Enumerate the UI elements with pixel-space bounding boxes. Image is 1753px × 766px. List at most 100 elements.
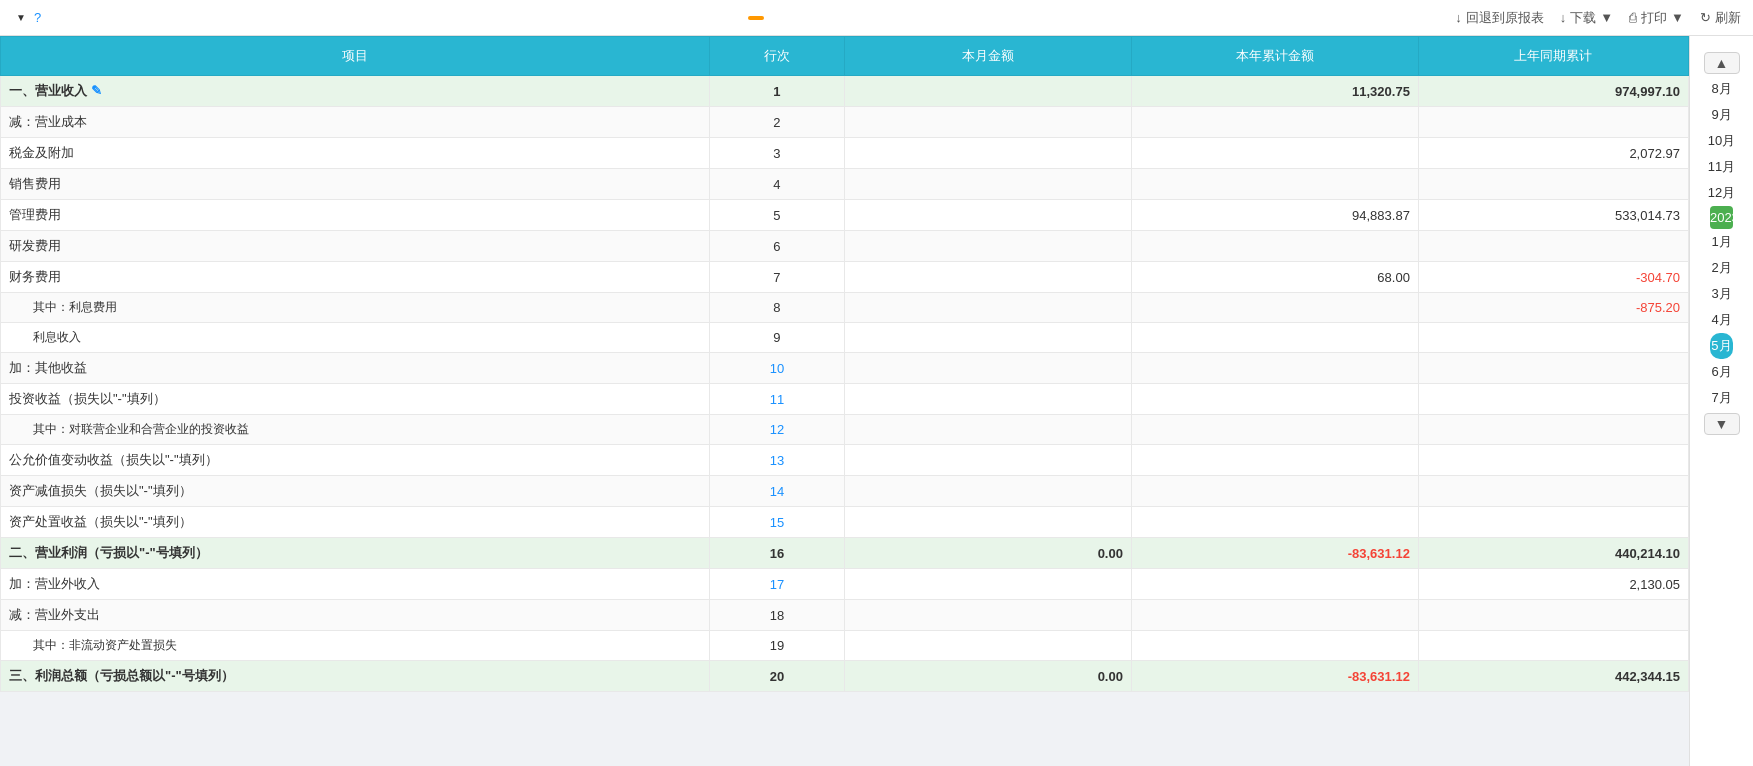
table-row: 投资收益（损失以"-"填列）11 [1, 384, 1689, 415]
status-badge[interactable] [748, 16, 764, 20]
help-icon[interactable]: ? [34, 10, 41, 25]
cell-month: 0.00 [844, 538, 1131, 569]
cell-row-num: 2 [709, 107, 844, 138]
cell-prev [1418, 476, 1688, 507]
cell-month [844, 415, 1131, 445]
sidebar-up-button[interactable]: ▲ [1704, 52, 1740, 74]
header-month: 本月金额 [844, 37, 1131, 76]
table-row: 二、营业利润（亏损以"-"号填列）160.00-83,631.12440,214… [1, 538, 1689, 569]
print-icon: ⎙ [1629, 10, 1637, 25]
cell-year [1131, 445, 1418, 476]
cell-row-num: 11 [709, 384, 844, 415]
sidebar-month-item[interactable]: 5月 [1710, 333, 1733, 359]
cell-year [1131, 415, 1418, 445]
sidebar-month-item[interactable]: 9月 [1707, 102, 1736, 128]
cell-month [844, 262, 1131, 293]
cell-year: 94,883.87 [1131, 200, 1418, 231]
header-item: 项目 [1, 37, 710, 76]
cell-prev: 2,072.97 [1418, 138, 1688, 169]
content-area: 项目 行次 本月金额 本年累计金额 上年同期累计 一、营业收入 ✎111,320… [0, 36, 1689, 766]
cell-item: 管理费用 [1, 200, 710, 231]
cell-row-num: 8 [709, 293, 844, 323]
cell-month [844, 353, 1131, 384]
sidebar-month-item[interactable]: 12月 [1707, 180, 1736, 206]
table-row: 减：营业外支出18 [1, 600, 1689, 631]
cell-item: 税金及附加 [1, 138, 710, 169]
refresh-button[interactable]: ↻ 刷新 [1700, 9, 1741, 27]
cell-prev [1418, 107, 1688, 138]
scope-selector[interactable]: ▼ [12, 12, 26, 23]
sidebar-month-item[interactable]: 11月 [1707, 154, 1736, 180]
cell-month [844, 600, 1131, 631]
cell-month [844, 138, 1131, 169]
top-bar-center [732, 16, 764, 20]
cell-item: 其中：非流动资产处置损失 [1, 631, 710, 661]
download-button[interactable]: ↓ 下载 ▼ [1560, 9, 1613, 27]
cell-row-num: 13 [709, 445, 844, 476]
sidebar-month-item[interactable]: 1月 [1707, 229, 1736, 255]
table-row: 资产减值损失（损失以"-"填列）14 [1, 476, 1689, 507]
cell-item: 其中：对联营企业和合营企业的投资收益 [1, 415, 710, 445]
cell-year: -83,631.12 [1131, 538, 1418, 569]
cell-row-num: 4 [709, 169, 844, 200]
cell-row-num: 14 [709, 476, 844, 507]
cell-month [844, 293, 1131, 323]
sidebar-month-item[interactable]: 10月 [1707, 128, 1736, 154]
cell-item: 减：营业成本 [1, 107, 710, 138]
sidebar-month-item[interactable]: 8月 [1707, 76, 1736, 102]
sidebar-down-button[interactable]: ▼ [1704, 413, 1740, 435]
print-button[interactable]: ⎙ 打印 ▼ [1629, 9, 1684, 27]
cell-prev [1418, 415, 1688, 445]
cell-item: 销售费用 [1, 169, 710, 200]
cell-month [844, 476, 1131, 507]
chevron-down-icon: ▼ [16, 12, 26, 23]
cell-row-num: 9 [709, 323, 844, 353]
table-row: 管理费用594,883.87533,014.73 [1, 200, 1689, 231]
sidebar-month-item[interactable]: 4月 [1707, 307, 1736, 333]
cell-row-num: 10 [709, 353, 844, 384]
cell-prev [1418, 507, 1688, 538]
back-button[interactable]: ↓ 回退到原报表 [1455, 9, 1544, 27]
cell-item: 财务费用 [1, 262, 710, 293]
cell-prev [1418, 231, 1688, 262]
cell-month [844, 569, 1131, 600]
cell-item: 资产处置收益（损失以"-"填列） [1, 507, 710, 538]
cell-prev [1418, 169, 1688, 200]
top-bar: ▼ ? ↓ 回退到原报表 ↓ 下载 ▼ ⎙ 打印 ▼ ↻ 刷新 [0, 0, 1753, 36]
cell-item: 投资收益（损失以"-"填列） [1, 384, 710, 415]
sidebar-month-item[interactable]: 2月 [1707, 255, 1736, 281]
sidebar-month-item[interactable]: 6月 [1707, 359, 1736, 385]
sidebar-month-item[interactable]: 2023 [1710, 206, 1733, 229]
cell-month [844, 231, 1131, 262]
table-row: 利息收入9 [1, 323, 1689, 353]
cell-item: 一、营业收入 ✎ [1, 76, 710, 107]
report-table: 项目 行次 本月金额 本年累计金额 上年同期累计 一、营业收入 ✎111,320… [0, 36, 1689, 692]
header-prev: 上年同期累计 [1418, 37, 1688, 76]
edit-icon[interactable]: ✎ [91, 83, 102, 98]
cell-row-num: 12 [709, 415, 844, 445]
cell-row-num: 18 [709, 600, 844, 631]
cell-year [1131, 107, 1418, 138]
cell-row-num: 6 [709, 231, 844, 262]
cell-item: 加：营业外收入 [1, 569, 710, 600]
sidebar: ▲ 8月9月10月11月12月20231月2月3月4月5月6月7月 ▼ [1689, 36, 1753, 766]
table-row: 其中：利息费用8-875.20 [1, 293, 1689, 323]
table-row: 加：其他收益10 [1, 353, 1689, 384]
cell-year [1131, 384, 1418, 415]
sidebar-month-item[interactable]: 3月 [1707, 281, 1736, 307]
table-row: 公允价值变动收益（损失以"-"填列）13 [1, 445, 1689, 476]
cell-month [844, 631, 1131, 661]
cell-year [1131, 476, 1418, 507]
sidebar-month-item[interactable]: 7月 [1707, 385, 1736, 411]
cell-row-num: 16 [709, 538, 844, 569]
table-row: 销售费用4 [1, 169, 1689, 200]
cell-month [844, 76, 1131, 107]
cell-prev: -304.70 [1418, 262, 1688, 293]
table-row: 资产处置收益（损失以"-"填列）15 [1, 507, 1689, 538]
refresh-icon: ↻ [1700, 10, 1711, 25]
download-icon: ↓ [1560, 10, 1567, 25]
cell-month [844, 200, 1131, 231]
cell-row-num: 20 [709, 661, 844, 692]
cell-row-num: 17 [709, 569, 844, 600]
cell-row-num: 15 [709, 507, 844, 538]
